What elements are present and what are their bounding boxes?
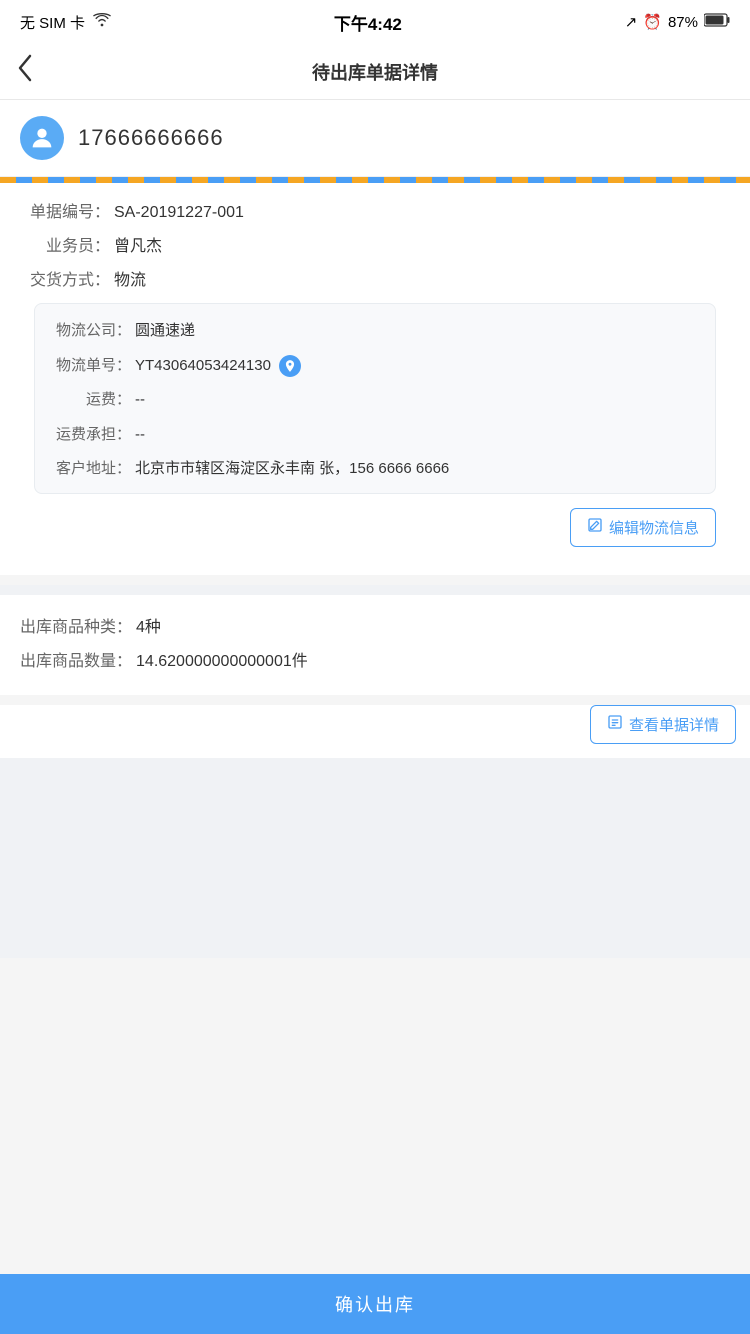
edit-logistics-button[interactable]: 编辑物流信息 <box>570 508 716 547</box>
battery-text: 87% <box>668 14 698 31</box>
avatar <box>20 116 64 160</box>
freight-bearer-value: -- <box>135 424 699 447</box>
confirm-button-label: 确认出库 <box>335 1291 415 1317</box>
address-label: 客户地址： <box>51 458 131 481</box>
salesperson-label: 业务员： <box>20 235 110 259</box>
logistics-company-value: 圆通速递 <box>135 320 699 343</box>
document-number-label: 单据编号： <box>20 201 110 225</box>
empty-space <box>0 758 750 958</box>
status-time: 下午4:42 <box>334 10 402 35</box>
freight-label: 运费： <box>51 389 131 412</box>
alarm-icon: ⏰ <box>643 13 662 31</box>
status-right: ↗ ⏰ 87% <box>625 13 730 31</box>
order-info-section: 单据编号： SA-20191227-001 业务员： 曾凡杰 交货方式： 物流 … <box>0 183 750 575</box>
battery-icon <box>704 13 730 31</box>
product-types-value: 4种 <box>136 613 161 637</box>
location-pin-icon[interactable] <box>279 355 301 377</box>
salesperson-row: 业务员： 曾凡杰 <box>20 235 730 259</box>
freight-value: -- <box>135 389 699 412</box>
logistics-company-row: 物流公司： 圆通速递 <box>51 320 699 343</box>
logistics-company-label: 物流公司： <box>51 320 131 343</box>
delivery-method-label: 交货方式： <box>20 269 110 293</box>
nav-bar: 待出库单据详情 <box>0 44 750 100</box>
phone-header: 17666666666 <box>0 100 750 177</box>
delivery-method-value: 物流 <box>114 269 730 293</box>
document-icon <box>607 714 623 734</box>
product-quantity-value: 14.620000000000001件 <box>136 647 308 671</box>
status-left: 无 SIM 卡 <box>20 12 111 33</box>
section-separator <box>0 585 750 595</box>
page-title: 待出库单据详情 <box>312 59 438 85</box>
delivery-method-row: 交货方式： 物流 <box>20 269 730 293</box>
salesperson-value: 曾凡杰 <box>114 235 730 259</box>
edit-icon <box>587 517 603 537</box>
document-number-value: SA-20191227-001 <box>114 201 730 225</box>
freight-bearer-label: 运费承担： <box>51 424 131 447</box>
view-detail-button[interactable]: 查看单据详情 <box>590 705 736 744</box>
product-types-row: 出库商品种类： 4种 <box>20 613 730 637</box>
product-quantity-row: 出库商品数量： 14.620000000000001件 <box>20 647 730 671</box>
logistics-card: 物流公司： 圆通速递 物流单号： YT43064053424130 运费： -- <box>34 303 716 494</box>
confirm-button[interactable]: 确认出库 <box>0 1274 750 1334</box>
phone-number: 17666666666 <box>78 125 224 151</box>
wifi-icon <box>93 13 111 31</box>
product-quantity-label: 出库商品数量： <box>20 647 132 671</box>
address-row: 客户地址： 北京市市辖区海淀区永丰南 张，156 6666 6666 <box>51 458 699 481</box>
product-types-label: 出库商品种类： <box>20 613 132 637</box>
document-number-row: 单据编号： SA-20191227-001 <box>20 201 730 225</box>
view-detail-label: 查看单据详情 <box>629 714 719 735</box>
product-section: 出库商品种类： 4种 出库商品数量： 14.620000000000001件 <box>0 595 750 695</box>
logistics-tracking-value: YT43064053424130 <box>135 355 699 378</box>
freight-bearer-row: 运费承担： -- <box>51 424 699 447</box>
carrier-text: 无 SIM 卡 <box>20 12 85 33</box>
edit-logistics-label: 编辑物流信息 <box>609 517 699 538</box>
location-icon: ↗ <box>625 13 638 31</box>
address-value: 北京市市辖区海淀区永丰南 张，156 6666 6666 <box>135 458 699 481</box>
back-button[interactable] <box>16 52 36 91</box>
logistics-tracking-row: 物流单号： YT43064053424130 <box>51 355 699 378</box>
status-bar: 无 SIM 卡 下午4:42 ↗ ⏰ 87% <box>0 0 750 44</box>
freight-row: 运费： -- <box>51 389 699 412</box>
view-detail-container: 查看单据详情 <box>0 705 750 758</box>
logistics-tracking-label: 物流单号： <box>51 355 131 378</box>
edit-btn-container: 编辑物流信息 <box>20 508 730 561</box>
